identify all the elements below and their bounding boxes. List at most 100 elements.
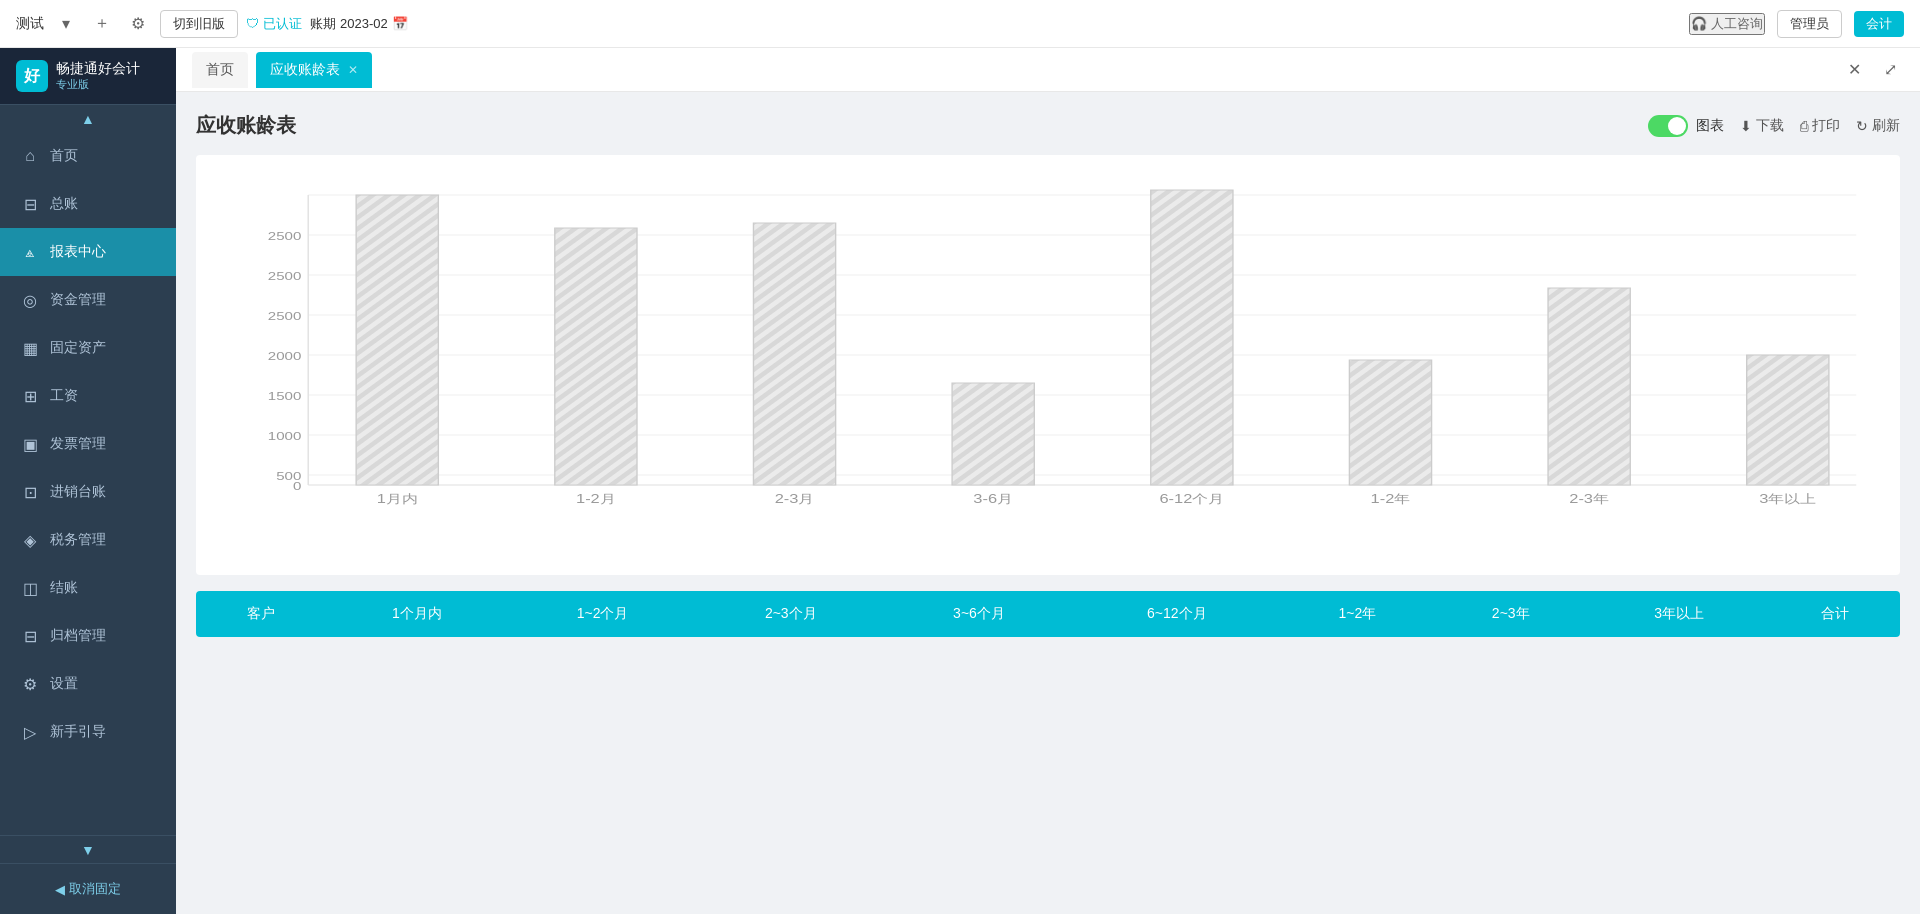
col-customer: 客户 (196, 591, 325, 637)
col-3plus-year: 3年以上 (1587, 591, 1770, 637)
sidebar-item-close[interactable]: ◫ 结账 (0, 564, 176, 612)
ledger-icon: ⊟ (20, 195, 40, 214)
pin-icon: ◀ (55, 882, 65, 897)
main-layout: 好 畅捷通好会计 专业版 ▲ ⌂ 首页 ⊟ 总账 ⟁ 报表中心 ◎ 资金管理 ▦… (0, 48, 1920, 914)
svg-rect-30 (1349, 360, 1431, 485)
col-total: 合计 (1771, 591, 1900, 637)
svg-rect-32 (1548, 288, 1630, 485)
col-1-2year: 1~2年 (1281, 591, 1434, 637)
svg-text:1月内: 1月内 (377, 492, 418, 505)
svg-text:1000: 1000 (268, 430, 302, 443)
svg-text:1-2月: 1-2月 (576, 492, 616, 505)
sidebar-item-funds[interactable]: ◎ 资金管理 (0, 276, 176, 324)
svg-text:2500: 2500 (268, 230, 302, 243)
tab-receivable-aging[interactable]: 应收账龄表 ✕ (256, 52, 372, 88)
sidebar-item-invoices[interactable]: ▣ 发票管理 (0, 420, 176, 468)
service-btn[interactable]: 🎧 人工咨询 (1689, 13, 1765, 35)
col-6-12month: 6~12个月 (1073, 591, 1281, 637)
col-1month: 1个月内 (325, 591, 508, 637)
col-3-6month: 3~6个月 (885, 591, 1073, 637)
logo-subtext: 专业版 (56, 77, 140, 92)
tab-home[interactable]: 首页 (192, 52, 248, 88)
sidebar-item-guide[interactable]: ▷ 新手引导 (0, 708, 176, 756)
tab-expand-btn[interactable]: ⤢ (1876, 56, 1904, 84)
sidebar-logo: 好 畅捷通好会计 专业版 (0, 48, 176, 104)
sidebar-item-label-funds: 资金管理 (50, 291, 106, 309)
svg-text:2500: 2500 (268, 310, 302, 323)
svg-text:1500: 1500 (268, 390, 302, 403)
sidebar-item-tax[interactable]: ◈ 税务管理 (0, 516, 176, 564)
certified-badge: 🛡 已认证 (246, 15, 302, 33)
col-2-3month: 2~3个月 (697, 591, 885, 637)
cancel-fixed-btn[interactable]: ◀ 取消固定 (0, 872, 176, 906)
sidebar-item-label-tax: 税务管理 (50, 531, 106, 549)
sidebar-nav: ⌂ 首页 ⊟ 总账 ⟁ 报表中心 ◎ 资金管理 ▦ 固定资产 ⊞ 工资 ▣ 发票… (0, 132, 176, 835)
close-icon: ◫ (20, 579, 40, 598)
svg-rect-28 (1151, 190, 1233, 485)
sidebar-item-payroll[interactable]: ⊞ 工资 (0, 372, 176, 420)
svg-text:2500: 2500 (268, 270, 302, 283)
tab-close-btn[interactable]: ✕ (348, 63, 358, 77)
logo-icon: 好 (16, 60, 48, 92)
svg-text:2-3月: 2-3月 (775, 492, 815, 505)
print-icon: ⎙ (1800, 118, 1808, 134)
sidebar-bottom: ◀ 取消固定 (0, 863, 176, 914)
download-icon: ⬇ (1740, 118, 1752, 134)
header-actions: 图表 ⬇ 下载 ⎙ 打印 ↻ 刷新 (1648, 115, 1900, 137)
sidebar-item-label-sales: 进销台账 (50, 483, 106, 501)
sidebar: 好 畅捷通好会计 专业版 ▲ ⌂ 首页 ⊟ 总账 ⟁ 报表中心 ◎ 资金管理 ▦… (0, 48, 176, 914)
download-btn[interactable]: ⬇ 下载 (1740, 117, 1784, 135)
svg-text:500: 500 (276, 470, 301, 483)
shield-icon: 🛡 (246, 16, 259, 31)
logo-text-wrap: 畅捷通好会计 专业版 (56, 60, 140, 92)
col-1-2month: 1~2个月 (509, 591, 697, 637)
sidebar-item-assets[interactable]: ▦ 固定资产 (0, 324, 176, 372)
guide-icon: ▷ (20, 723, 40, 742)
sidebar-item-archive[interactable]: ⊟ 归档管理 (0, 612, 176, 660)
admin-btn[interactable]: 管理员 (1777, 10, 1842, 38)
sidebar-item-ledger[interactable]: ⊟ 总账 (0, 180, 176, 228)
assets-icon: ▦ (20, 339, 40, 358)
sidebar-item-label-archive: 归档管理 (50, 627, 106, 645)
archive-icon: ⊟ (20, 627, 40, 646)
sidebar-item-label-invoices: 发票管理 (50, 435, 106, 453)
col-2-3year: 2~3年 (1434, 591, 1587, 637)
sidebar-scroll-up-btn[interactable]: ▲ (0, 104, 176, 132)
topbar-left: 测试 ▾ ＋ ⚙ 切到旧版 🛡 已认证 账期 2023-02 📅 (16, 10, 1677, 38)
print-btn[interactable]: ⎙ 打印 (1800, 117, 1840, 135)
add-company-btn[interactable]: ＋ (88, 10, 116, 38)
chart-container: 0 500 1000 1500 2000 2500 2500 2500 (196, 155, 1900, 575)
svg-text:1-2年: 1-2年 (1371, 492, 1411, 505)
company-dropdown-btn[interactable]: ▾ (52, 10, 80, 38)
svg-rect-24 (753, 223, 835, 485)
table-header-row: 客户 1个月内 1~2个月 2~3个月 3~6个月 6~12个月 1~2年 2~… (196, 591, 1900, 637)
table-head: 客户 1个月内 1~2个月 2~3个月 3~6个月 6~12个月 1~2年 2~… (196, 591, 1900, 637)
aging-table: 客户 1个月内 1~2个月 2~3个月 3~6个月 6~12个月 1~2年 2~… (196, 591, 1900, 637)
sidebar-scroll-down-btn[interactable]: ▼ (0, 835, 176, 863)
tab-close-window-btn[interactable]: ✕ (1840, 56, 1868, 84)
page-title: 应收账龄表 (196, 112, 296, 139)
calendar-icon[interactable]: 📅 (392, 16, 408, 31)
sidebar-item-label-home: 首页 (50, 147, 78, 165)
sidebar-item-home[interactable]: ⌂ 首页 (0, 132, 176, 180)
sidebar-item-settings[interactable]: ⚙ 设置 (0, 660, 176, 708)
svg-rect-26 (952, 383, 1034, 485)
svg-text:2000: 2000 (268, 350, 302, 363)
headset-icon: 🎧 (1691, 16, 1707, 31)
svg-rect-22 (555, 228, 637, 485)
chart-toggle[interactable] (1648, 115, 1688, 137)
accountant-btn[interactable]: 会计 (1854, 11, 1904, 37)
company-name: 测试 (16, 15, 44, 33)
svg-text:2-3年: 2-3年 (1569, 492, 1609, 505)
refresh-btn[interactable]: ↻ 刷新 (1856, 117, 1900, 135)
sidebar-item-sales[interactable]: ⊡ 进销台账 (0, 468, 176, 516)
refresh-icon: ↻ (1856, 118, 1868, 134)
page-content: 应收账龄表 图表 ⬇ 下载 ⎙ 打印 ↻ (176, 92, 1920, 914)
switch-version-btn[interactable]: 切到旧版 (160, 10, 238, 38)
home-icon: ⌂ (20, 147, 40, 165)
settings-icon: ⚙ (20, 675, 40, 694)
sidebar-item-reports[interactable]: ⟁ 报表中心 (0, 228, 176, 276)
reports-icon: ⟁ (20, 243, 40, 261)
svg-text:6-12个月: 6-12个月 (1159, 492, 1224, 505)
settings-btn[interactable]: ⚙ (124, 10, 152, 38)
